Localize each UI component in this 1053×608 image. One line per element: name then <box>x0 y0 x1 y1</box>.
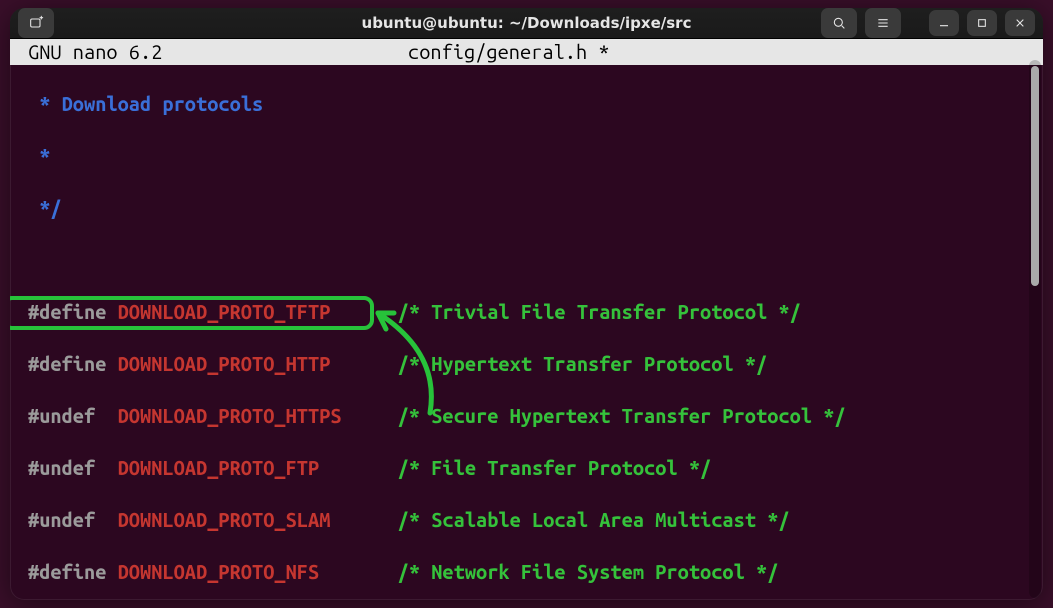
close-button[interactable] <box>1005 10 1035 36</box>
undef-line-slam: #undef DOWNLOAD_PROTO_SLAM /* Scalable L… <box>28 507 1043 533</box>
undef-line-https: #undef DOWNLOAD_PROTO_HTTPS /* Secure Hy… <box>28 403 1043 429</box>
search-icon <box>831 15 847 31</box>
close-icon <box>1012 15 1028 31</box>
scrollbar[interactable] <box>1029 60 1041 598</box>
comment-line: * <box>28 144 50 167</box>
nano-filename: config/general.h * <box>408 39 610 65</box>
comment-line: * Download protocols <box>28 92 263 115</box>
nano-header: GNU nano 6.2 config/general.h * <box>10 39 1043 65</box>
new-tab-button[interactable] <box>18 8 54 38</box>
hamburger-menu-button[interactable] <box>865 8 901 38</box>
editor-body[interactable]: * Download protocols * */ #define DOWNLO… <box>10 65 1043 600</box>
hamburger-icon <box>875 15 891 31</box>
terminal-content[interactable]: GNU nano 6.2 config/general.h * * Downlo… <box>10 39 1043 600</box>
new-tab-icon <box>28 15 44 31</box>
minimize-button[interactable] <box>929 10 959 36</box>
comment-line: */ <box>28 196 62 219</box>
define-line-http: #define DOWNLOAD_PROTO_HTTP /* Hypertext… <box>28 351 1043 377</box>
maximize-button[interactable] <box>967 10 997 36</box>
undef-line-ftp: #undef DOWNLOAD_PROTO_FTP /* File Transf… <box>28 455 1043 481</box>
define-line-tftp: #define DOWNLOAD_PROTO_TFTP /* Trivial F… <box>28 299 1043 325</box>
nano-app-version: GNU nano 6.2 <box>28 39 408 65</box>
terminal-window: ubuntu@ubuntu: ~/Downloads/ipxe/src GNU … <box>10 8 1043 600</box>
maximize-icon <box>974 15 990 31</box>
minimize-icon <box>936 15 952 31</box>
search-button[interactable] <box>821 8 857 38</box>
define-line-nfs: #define DOWNLOAD_PROTO_NFS /* Network Fi… <box>28 559 1043 585</box>
titlebar: ubuntu@ubuntu: ~/Downloads/ipxe/src <box>10 8 1043 39</box>
scrollbar-thumb[interactable] <box>1031 66 1039 286</box>
